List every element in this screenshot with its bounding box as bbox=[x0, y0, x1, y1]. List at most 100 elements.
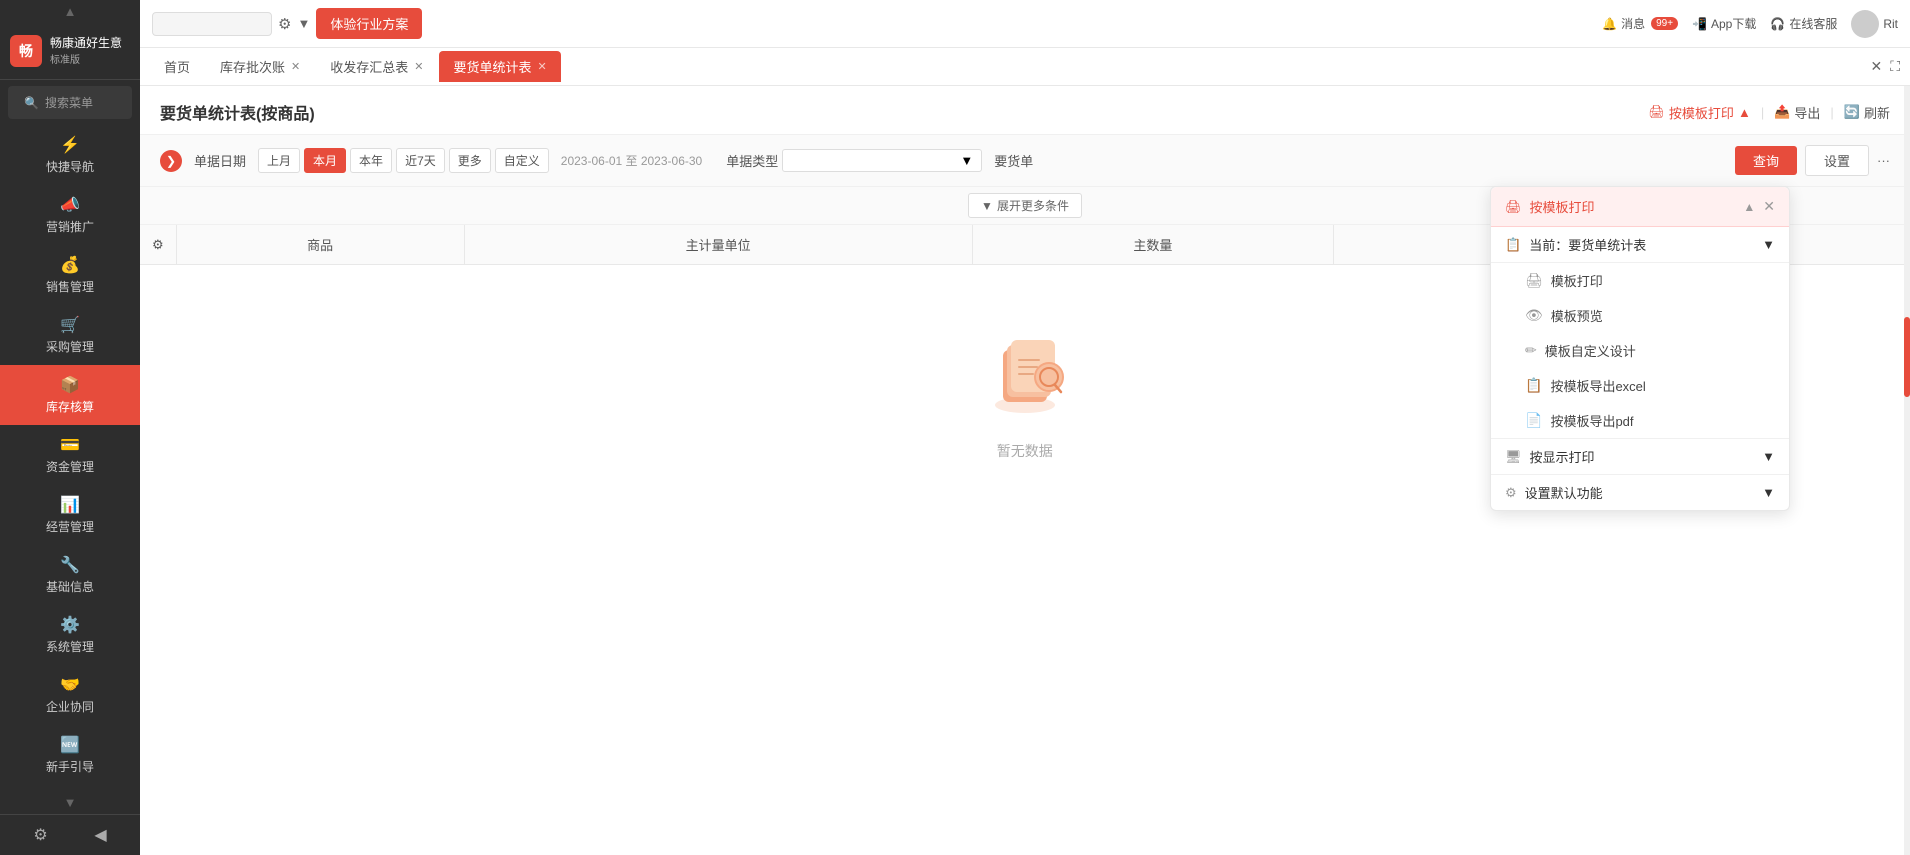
tabs-bar: 首页 库存批次账 ✕ 收发存汇总表 ✕ 要货单统计表 ✕ ✕ ⛶ bbox=[140, 48, 1910, 86]
sidebar-item-inventory[interactable]: 📦 库存核算 bbox=[0, 365, 140, 425]
date-last7-btn[interactable]: 近7天 bbox=[396, 148, 445, 173]
export-btn[interactable]: 📤 导出 bbox=[1774, 103, 1820, 122]
main-content: ⚙ ▼ 体验行业方案 🔔 消息 99+ 📲 App下载 🎧 在线客服 Rit bbox=[140, 0, 1910, 855]
industry-btn[interactable]: 体验行业方案 bbox=[316, 8, 422, 39]
date-options: 上月 本月 本年 近7天 更多 自定义 bbox=[258, 148, 549, 173]
dropdown-up-arrow[interactable]: ▲ bbox=[1743, 200, 1755, 214]
topbar-dropdown-arrow[interactable]: ▼ bbox=[297, 16, 310, 31]
tab-receipt-summary-close[interactable]: ✕ bbox=[414, 60, 423, 73]
current-template-arrow: ▼ bbox=[1762, 237, 1775, 252]
app-download-btn[interactable]: 📲 App下载 bbox=[1692, 15, 1756, 32]
guide-icon: 🆕 bbox=[60, 735, 80, 755]
app-download-label: App下载 bbox=[1711, 15, 1756, 32]
purchase-icon: 🛒 bbox=[60, 315, 80, 335]
print-arrow-up: ▲ bbox=[1738, 105, 1751, 120]
sidebar-item-enterprise[interactable]: 🤝 企业协同 bbox=[0, 665, 140, 725]
sidebar-item-guide[interactable]: 🆕 新手引导 bbox=[0, 725, 140, 785]
tab-receipt-summary[interactable]: 收发存汇总表 ✕ bbox=[316, 51, 437, 82]
refresh-label: 刷新 bbox=[1864, 103, 1890, 122]
window-close-btn[interactable]: ✕ bbox=[1870, 58, 1882, 75]
template-export-pdf-label: 按模板导出pdf bbox=[1550, 411, 1633, 430]
sidebar-search[interactable]: 🔍 搜索菜单 bbox=[8, 86, 132, 119]
tab-batch-accounts-label: 库存批次账 bbox=[220, 57, 285, 76]
search-icon: 🔍 bbox=[24, 96, 39, 110]
sidebar-item-basic[interactable]: 🔧 基础信息 bbox=[0, 545, 140, 605]
display-print-arrow: ▼ bbox=[1762, 449, 1775, 464]
online-service-btn[interactable]: 🎧 在线客服 bbox=[1770, 15, 1837, 32]
expand-more-btn[interactable]: ▼ 展开更多条件 bbox=[968, 193, 1082, 218]
date-expand-btn[interactable]: ❯ bbox=[160, 150, 182, 172]
breadcrumb-input[interactable] bbox=[152, 12, 272, 36]
sidebar-item-label: 经营管理 bbox=[46, 518, 94, 535]
topbar-gear-icon[interactable]: ⚙ bbox=[278, 15, 291, 33]
date-prev-month-btn[interactable]: 上月 bbox=[258, 148, 300, 173]
sidebar-item-quick-nav[interactable]: ⚡ 快捷导航 bbox=[0, 125, 140, 185]
print-btn[interactable]: 🖨 按模板打印 ▲ bbox=[1648, 103, 1750, 122]
print-dropdown: 🖨 按模板打印 ▲ ✕ 📋 当前：要货单统计表 ▼ 🖨 bbox=[1490, 186, 1790, 511]
online-service-label: 在线客服 bbox=[1789, 15, 1837, 32]
sidebar-item-finance[interactable]: 💳 资金管理 bbox=[0, 425, 140, 485]
window-maximize-btn[interactable]: ⛶ bbox=[1890, 58, 1900, 75]
sidebar-settings-btn[interactable]: ⚙ bbox=[33, 825, 47, 845]
template-export-pdf-item[interactable]: 📄 按模板导出pdf bbox=[1491, 403, 1789, 438]
sidebar-item-purchase[interactable]: 🛒 采购管理 bbox=[0, 305, 140, 365]
basic-icon: 🔧 bbox=[60, 555, 80, 575]
tab-order-stats[interactable]: 要货单统计表 ✕ bbox=[439, 51, 560, 82]
sidebar-search-label: 搜索菜单 bbox=[45, 94, 93, 111]
template-design-icon: ✏ bbox=[1525, 342, 1537, 359]
sidebar-item-sales[interactable]: 💰 销售管理 bbox=[0, 245, 140, 305]
table-col-quantity: 主数量 bbox=[972, 225, 1333, 265]
sidebar-item-marketing[interactable]: 📣 营销推广 bbox=[0, 185, 140, 245]
page-header: 要货单统计表(按商品) 🖨 按模板打印 ▲ | 📤 导出 | 🔄 bbox=[140, 86, 1910, 135]
enterprise-icon: 🤝 bbox=[60, 675, 80, 695]
dropdown-close-btn[interactable]: ✕ bbox=[1763, 198, 1775, 215]
sidebar-collapse-btn[interactable]: ◀ bbox=[94, 825, 106, 845]
sidebar-scroll-up[interactable]: ▲ bbox=[0, 0, 140, 23]
tab-batch-accounts[interactable]: 库存批次账 ✕ bbox=[206, 51, 314, 82]
template-preview-icon: 👁 bbox=[1525, 307, 1543, 324]
template-preview-item[interactable]: 👁 模板预览 bbox=[1491, 298, 1789, 333]
query-btn[interactable]: 查询 bbox=[1735, 146, 1797, 175]
tab-batch-accounts-close[interactable]: ✕ bbox=[291, 60, 300, 73]
display-print-label: 按显示打印 bbox=[1530, 447, 1595, 466]
sidebar-item-label: 企业协同 bbox=[46, 698, 94, 715]
sidebar-nav: ⚡ 快捷导航 📣 营销推广 💰 销售管理 🛒 采购管理 📦 库存核算 💳 资金管… bbox=[0, 125, 140, 791]
template-design-item[interactable]: ✏ 模板自定义设计 bbox=[1491, 333, 1789, 368]
right-scrollbar[interactable] bbox=[1904, 86, 1910, 855]
date-current-month-btn[interactable]: 本月 bbox=[304, 148, 346, 173]
display-print-section[interactable]: 🖥 按显示打印 ▼ bbox=[1491, 439, 1789, 474]
template-export-excel-item[interactable]: 📋 按模板导出excel bbox=[1491, 368, 1789, 403]
top-bar-right: 🔔 消息 99+ 📲 App下载 🎧 在线客服 Rit bbox=[1602, 10, 1898, 38]
more-options-icon[interactable]: ··· bbox=[1877, 153, 1890, 168]
template-export-excel-label: 按模板导出excel bbox=[1550, 376, 1645, 395]
set-default-label: 设置默认功能 bbox=[1525, 483, 1603, 502]
settings-filter-btn[interactable]: 设置 bbox=[1805, 145, 1869, 176]
doc-type-select[interactable]: ▼ bbox=[782, 149, 982, 172]
table-col-settings[interactable]: ⚙ bbox=[140, 225, 176, 265]
tab-home[interactable]: 首页 bbox=[150, 51, 204, 82]
sidebar-item-label: 基础信息 bbox=[46, 578, 94, 595]
date-custom-btn[interactable]: 自定义 bbox=[495, 148, 549, 173]
refresh-btn[interactable]: 🔄 刷新 bbox=[1844, 103, 1890, 122]
messages-btn[interactable]: 🔔 消息 99+ bbox=[1602, 15, 1678, 32]
printer-icon: 🖨 bbox=[1648, 104, 1665, 120]
date-current-year-btn[interactable]: 本年 bbox=[350, 148, 392, 173]
template-print-label: 模板打印 bbox=[1551, 271, 1603, 290]
set-default-section[interactable]: ⚙ 设置默认功能 ▼ bbox=[1491, 475, 1789, 510]
sidebar-item-operation[interactable]: 📊 经营管理 bbox=[0, 485, 140, 545]
current-template-section[interactable]: 📋 当前：要货单统计表 ▼ bbox=[1491, 227, 1789, 262]
sidebar-logo: 畅 畅康通好生意 标准版 bbox=[0, 23, 140, 80]
sidebar-item-label: 销售管理 bbox=[46, 278, 94, 295]
tabs-bar-right: ✕ ⛶ bbox=[1870, 58, 1900, 75]
template-design-label: 模板自定义设计 bbox=[1545, 341, 1636, 360]
filters-row: ❯ 单据日期 上月 本月 本年 近7天 更多 自定义 2023-06-01 至 … bbox=[140, 135, 1910, 187]
user-avatar-btn[interactable]: Rit bbox=[1851, 10, 1898, 38]
username-label: Rit bbox=[1883, 17, 1898, 31]
tab-order-stats-close[interactable]: ✕ bbox=[538, 60, 547, 73]
template-print-item[interactable]: 🖨 模板打印 bbox=[1491, 263, 1789, 298]
date-more-btn[interactable]: 更多 bbox=[449, 148, 491, 173]
sidebar-scroll-down[interactable]: ▼ bbox=[0, 791, 140, 814]
sidebar-item-system[interactable]: ⚙️ 系统管理 bbox=[0, 605, 140, 665]
tab-home-label: 首页 bbox=[164, 57, 190, 76]
messages-label: 消息 bbox=[1621, 15, 1645, 32]
